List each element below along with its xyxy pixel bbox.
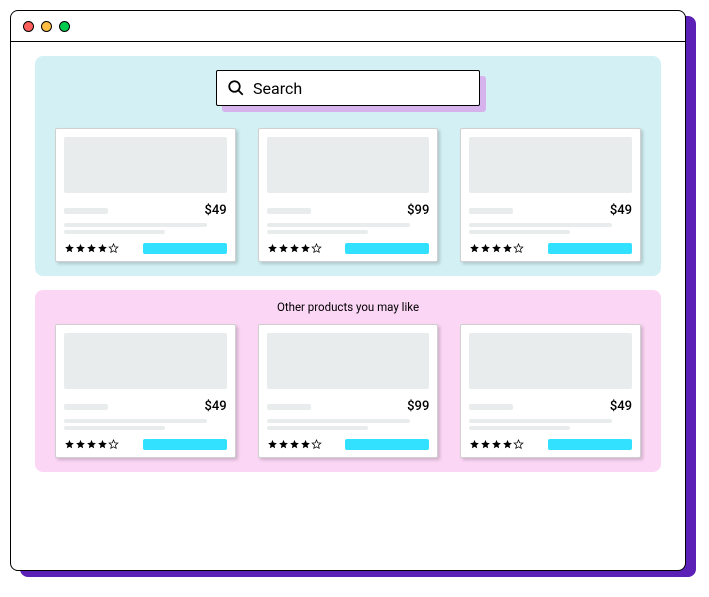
product-card[interactable]: $99 xyxy=(258,324,439,458)
star-icon xyxy=(289,243,300,254)
star-outline-icon xyxy=(513,439,524,450)
title-placeholder xyxy=(469,208,513,214)
star-icon xyxy=(278,439,289,450)
star-icon xyxy=(502,439,513,450)
star-icon xyxy=(480,243,491,254)
desc-placeholder xyxy=(469,223,632,234)
product-price: $49 xyxy=(610,399,632,414)
add-to-cart-button[interactable] xyxy=(143,439,227,450)
product-thumbnail xyxy=(267,333,430,389)
product-card[interactable]: $49 xyxy=(460,324,641,458)
product-price: $49 xyxy=(610,203,632,218)
titlebar xyxy=(11,11,685,42)
search-box[interactable] xyxy=(216,70,480,106)
browser-window: $49 xyxy=(10,10,686,571)
desc-placeholder xyxy=(64,223,227,234)
product-card[interactable]: $99 xyxy=(258,128,439,262)
star-icon xyxy=(64,439,75,450)
desc-placeholder xyxy=(267,223,430,234)
recommendations-grid: $49 xyxy=(55,324,641,458)
desc-placeholder xyxy=(64,419,227,430)
product-card[interactable]: $49 xyxy=(460,128,641,262)
star-outline-icon xyxy=(311,243,322,254)
add-to-cart-button[interactable] xyxy=(548,243,632,254)
product-thumbnail xyxy=(267,137,430,193)
desc-placeholder xyxy=(267,419,430,430)
star-icon xyxy=(469,243,480,254)
star-icon xyxy=(300,243,311,254)
star-icon xyxy=(491,439,502,450)
rating-stars xyxy=(64,439,119,450)
results-grid: $49 xyxy=(55,128,641,262)
product-thumbnail xyxy=(469,137,632,193)
title-placeholder xyxy=(64,404,108,410)
add-to-cart-button[interactable] xyxy=(143,243,227,254)
product-thumbnail xyxy=(469,333,632,389)
star-outline-icon xyxy=(513,243,524,254)
title-placeholder xyxy=(64,208,108,214)
desc-placeholder xyxy=(469,419,632,430)
product-thumbnail xyxy=(64,333,227,389)
add-to-cart-button[interactable] xyxy=(548,439,632,450)
product-price: $99 xyxy=(407,203,429,218)
star-icon xyxy=(86,439,97,450)
star-icon xyxy=(278,243,289,254)
rating-stars xyxy=(267,243,322,254)
product-card[interactable]: $49 xyxy=(55,128,236,262)
star-icon xyxy=(491,243,502,254)
window-close-dot[interactable] xyxy=(23,21,34,32)
star-outline-icon xyxy=(108,243,119,254)
search-wrap xyxy=(216,70,480,106)
rating-stars xyxy=(267,439,322,450)
title-placeholder xyxy=(267,404,311,410)
content: $49 xyxy=(11,42,685,486)
window-zoom-dot[interactable] xyxy=(59,21,70,32)
star-icon xyxy=(75,439,86,450)
star-icon xyxy=(300,439,311,450)
add-to-cart-button[interactable] xyxy=(345,243,429,254)
star-outline-icon xyxy=(311,439,322,450)
rating-stars xyxy=(469,243,524,254)
search-input[interactable] xyxy=(253,79,469,98)
star-icon xyxy=(502,243,513,254)
star-icon xyxy=(97,439,108,450)
star-icon xyxy=(75,243,86,254)
title-placeholder xyxy=(267,208,311,214)
star-icon xyxy=(267,439,278,450)
star-icon xyxy=(289,439,300,450)
star-icon xyxy=(267,243,278,254)
star-icon xyxy=(469,439,480,450)
title-placeholder xyxy=(469,404,513,410)
window-minimize-dot[interactable] xyxy=(41,21,52,32)
rating-stars xyxy=(64,243,119,254)
recommendations-title: Other products you may like xyxy=(55,300,641,314)
rating-stars xyxy=(469,439,524,450)
product-price: $99 xyxy=(407,399,429,414)
star-icon xyxy=(480,439,491,450)
product-thumbnail xyxy=(64,137,227,193)
product-price: $49 xyxy=(205,203,227,218)
search-results-panel: $49 xyxy=(35,56,661,276)
star-icon xyxy=(64,243,75,254)
star-outline-icon xyxy=(108,439,119,450)
search-icon xyxy=(227,79,245,97)
product-card[interactable]: $49 xyxy=(55,324,236,458)
add-to-cart-button[interactable] xyxy=(345,439,429,450)
recommendations-panel: Other products you may like $49 xyxy=(35,290,661,472)
star-icon xyxy=(86,243,97,254)
product-price: $49 xyxy=(205,399,227,414)
star-icon xyxy=(97,243,108,254)
